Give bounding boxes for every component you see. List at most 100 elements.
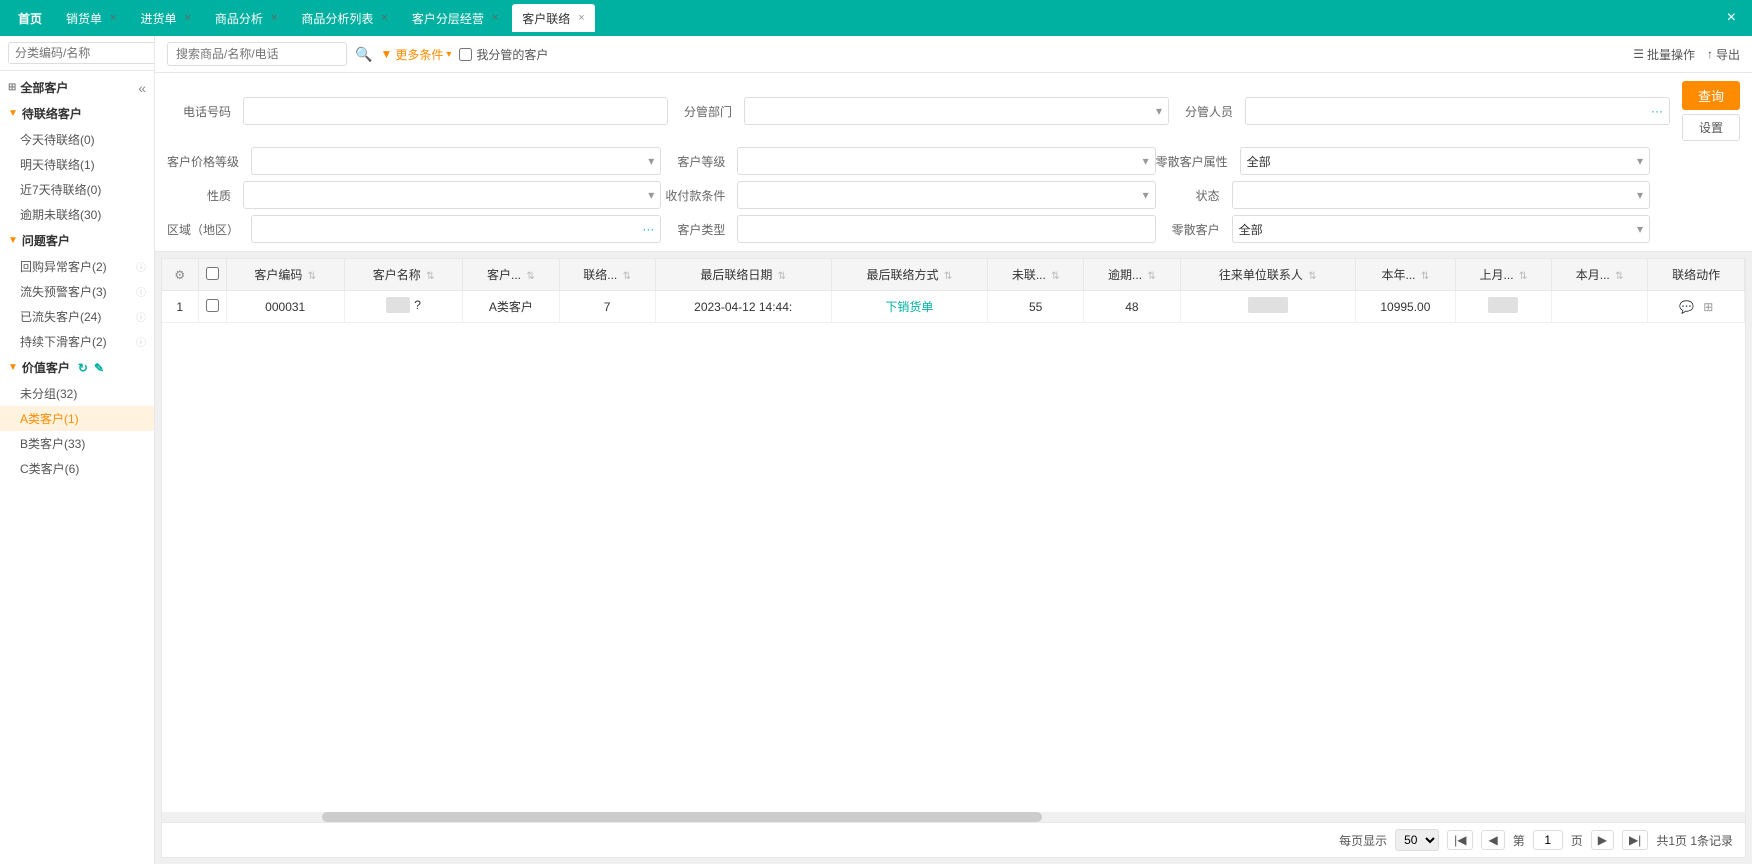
close-tab-customer-tier[interactable]: × <box>492 12 498 24</box>
sort-icon-last-method[interactable]: ⇅ <box>944 271 952 282</box>
sidebar-item-class-b[interactable]: B类客户(33) <box>0 431 154 456</box>
th-name-label: 客户名称 <box>373 268 421 282</box>
sidebar-item-abnormal[interactable]: 回购异常客户(2) ⓘ <box>0 254 154 279</box>
cell-last-date: 2023-04-12 14:44: <box>655 291 831 323</box>
sidebar-item-churn-warning[interactable]: 流失预警客户(3) ⓘ <box>0 279 154 304</box>
my-customers-checkbox[interactable] <box>459 48 472 61</box>
nav-tab-goods-analysis[interactable]: 商品分析 × <box>205 4 287 32</box>
sidebar-item-class-a[interactable]: A类客户(1) <box>0 406 154 431</box>
horizontal-scrollbar[interactable] <box>162 812 1745 822</box>
th-name: 客户名称 ⇅ <box>344 259 462 291</box>
edit-icon[interactable]: ✎ <box>94 361 104 375</box>
select-cust-type[interactable] <box>737 215 1155 243</box>
filter-row-2: 客户价格等级 ▾ 客户等级 ▾ 零散客户属性 全部 <box>167 147 1740 175</box>
comment-icon[interactable]: 💬 <box>1679 300 1694 314</box>
sidebar-item-declining[interactable]: 持续下滑客户(2) ⓘ <box>0 329 154 354</box>
nav-tab-goods-list[interactable]: 商品分析列表 × <box>291 4 397 32</box>
prev-page-btn[interactable]: ◀ <box>1481 830 1504 850</box>
nav-home[interactable]: 首页 <box>8 4 52 32</box>
sort-icon-overdue[interactable]: ⇅ <box>1147 271 1155 282</box>
sidebar-group-value-header[interactable]: ▼ 价值客户 ↻ ✎ <box>0 354 154 381</box>
advanced-filters: 电话号码 分管部门 ▾ 分管人员 ··· <box>155 73 1752 252</box>
sort-icon-level[interactable]: ⇅ <box>526 271 534 282</box>
page-suffix: 页 <box>1571 832 1583 849</box>
refresh-icon[interactable]: ↻ <box>78 361 88 375</box>
select-cust-level[interactable]: ▾ <box>737 147 1155 175</box>
last-method-link[interactable]: 下销货单 <box>885 300 933 314</box>
per-page-label: 每页显示 <box>1339 832 1387 849</box>
close-all-tabs[interactable]: × <box>1719 5 1744 31</box>
select-retail-cust[interactable]: 全部 ▾ <box>1232 215 1650 243</box>
close-tab-customer-contact[interactable]: × <box>578 12 584 24</box>
sidebar-group-pending-header[interactable]: ▼ 待联络客户 <box>0 100 154 127</box>
batch-op-btn[interactable]: ☰ 批量操作 <box>1633 46 1695 63</box>
sort-icon-last-date[interactable]: ⇅ <box>778 271 786 282</box>
filter-search-icon[interactable]: 🔍 <box>355 46 372 63</box>
sidebar-item-ungrouped[interactable]: 未分组(32) <box>0 381 154 406</box>
sort-icon-this-month[interactable]: ⇅ <box>1615 271 1623 282</box>
settings-button[interactable]: 设置 <box>1682 114 1740 141</box>
sidebar-search-input[interactable] <box>8 42 155 64</box>
select-region[interactable]: ··· <box>251 215 661 243</box>
sort-icon-unit-contact[interactable]: ⇅ <box>1308 271 1316 282</box>
first-page-btn[interactable]: |◀ <box>1447 830 1473 850</box>
select-price-level[interactable]: ▾ <box>251 147 661 175</box>
sidebar-item-today[interactable]: 今天待联络(0) <box>0 127 154 152</box>
sort-icon-not-contact[interactable]: ⇅ <box>1051 271 1059 282</box>
sort-icon-this-year[interactable]: ⇅ <box>1421 271 1429 282</box>
select-payment[interactable]: ▾ <box>737 181 1155 209</box>
sort-icon-code[interactable]: ⇅ <box>308 271 316 282</box>
status-arrow: ▾ <box>1637 188 1643 202</box>
region-ellipsis[interactable]: ··· <box>642 222 654 236</box>
sort-icon-name[interactable]: ⇅ <box>426 271 434 282</box>
nav-tab-customer-contact[interactable]: 客户联络 × <box>512 4 594 32</box>
sidebar-item-tomorrow[interactable]: 明天待联络(1) <box>0 152 154 177</box>
top-nav: 首页 销货单 × 进货单 × 商品分析 × 商品分析列表 × 客户分层经营 × … <box>0 0 1752 36</box>
close-tab-goods-list[interactable]: × <box>381 12 387 24</box>
sidebar-item-class-c[interactable]: C类客户(6) <box>0 456 154 481</box>
select-manager[interactable]: ··· <box>1245 97 1670 125</box>
sidebar-item-7days[interactable]: 近7天待联络(0) <box>0 177 154 202</box>
select-retail-attr[interactable]: 全部 ▾ <box>1240 147 1650 175</box>
close-tab-goods-analysis[interactable]: × <box>271 12 277 24</box>
nav-tab-purchase[interactable]: 进货单 × <box>130 4 200 32</box>
page-input[interactable] <box>1533 830 1563 850</box>
query-button[interactable]: 查询 <box>1682 81 1740 110</box>
sort-icon-contact[interactable]: ⇅ <box>623 271 631 282</box>
sidebar-group-problem-header[interactable]: ▼ 问题客户 <box>0 227 154 254</box>
select-status[interactable]: ▾ <box>1232 181 1650 209</box>
nav-tab-customer-tier[interactable]: 客户分层经营 × <box>402 4 508 32</box>
export-btn[interactable]: ↑ 导出 <box>1707 46 1740 63</box>
close-tab-sales[interactable]: × <box>110 12 116 24</box>
th-not-contact: 未联... ⇅ <box>988 259 1084 291</box>
last-page-btn[interactable]: ▶| <box>1622 830 1648 850</box>
sidebar-item-churned[interactable]: 已流失客户(24) ⓘ <box>0 304 154 329</box>
search-input[interactable] <box>167 42 347 66</box>
sidebar-all-customers[interactable]: ⊞ 全部客户 <box>8 79 68 96</box>
manager-ellipsis[interactable]: ··· <box>1651 104 1663 118</box>
filter-cell-cust-level: 客户等级 ▾ <box>661 147 1155 175</box>
select-dept[interactable]: ▾ <box>744 97 1169 125</box>
my-customers-checkbox-label[interactable]: 我分管的客户 <box>459 46 548 63</box>
qrcode-icon[interactable]: ⊞ <box>1703 300 1713 314</box>
row-checkbox[interactable] <box>206 299 219 312</box>
filter-more-btn[interactable]: ▼ 更多条件 ▾ <box>380 46 451 63</box>
label-retail-attr: 零散客户属性 <box>1156 153 1234 170</box>
select-all-checkbox[interactable] <box>206 267 219 280</box>
next-page-btn[interactable]: ▶ <box>1591 830 1614 850</box>
table-gear-icon[interactable]: ⚙ <box>174 268 185 282</box>
select-phone[interactable] <box>243 97 668 125</box>
close-tab-purchase[interactable]: × <box>184 12 190 24</box>
cell-overdue: 48 <box>1084 291 1180 323</box>
sort-icon-last-month[interactable]: ⇅ <box>1519 271 1527 282</box>
th-code: 客户编码 ⇅ <box>226 259 344 291</box>
th-level-label: 客户... <box>487 268 521 282</box>
sidebar-item-overdue[interactable]: 逾期未联络(30) <box>0 202 154 227</box>
last-month-block <box>1488 297 1518 313</box>
nav-tab-sales[interactable]: 销货单 × <box>56 4 126 32</box>
sidebar-collapse-btn[interactable]: « <box>138 80 146 96</box>
per-page-select[interactable]: 50 <box>1395 829 1439 851</box>
grid-icon: ⊞ <box>8 82 16 93</box>
scrollbar-thumb[interactable] <box>322 812 1042 822</box>
select-nature[interactable]: ▾ <box>243 181 661 209</box>
